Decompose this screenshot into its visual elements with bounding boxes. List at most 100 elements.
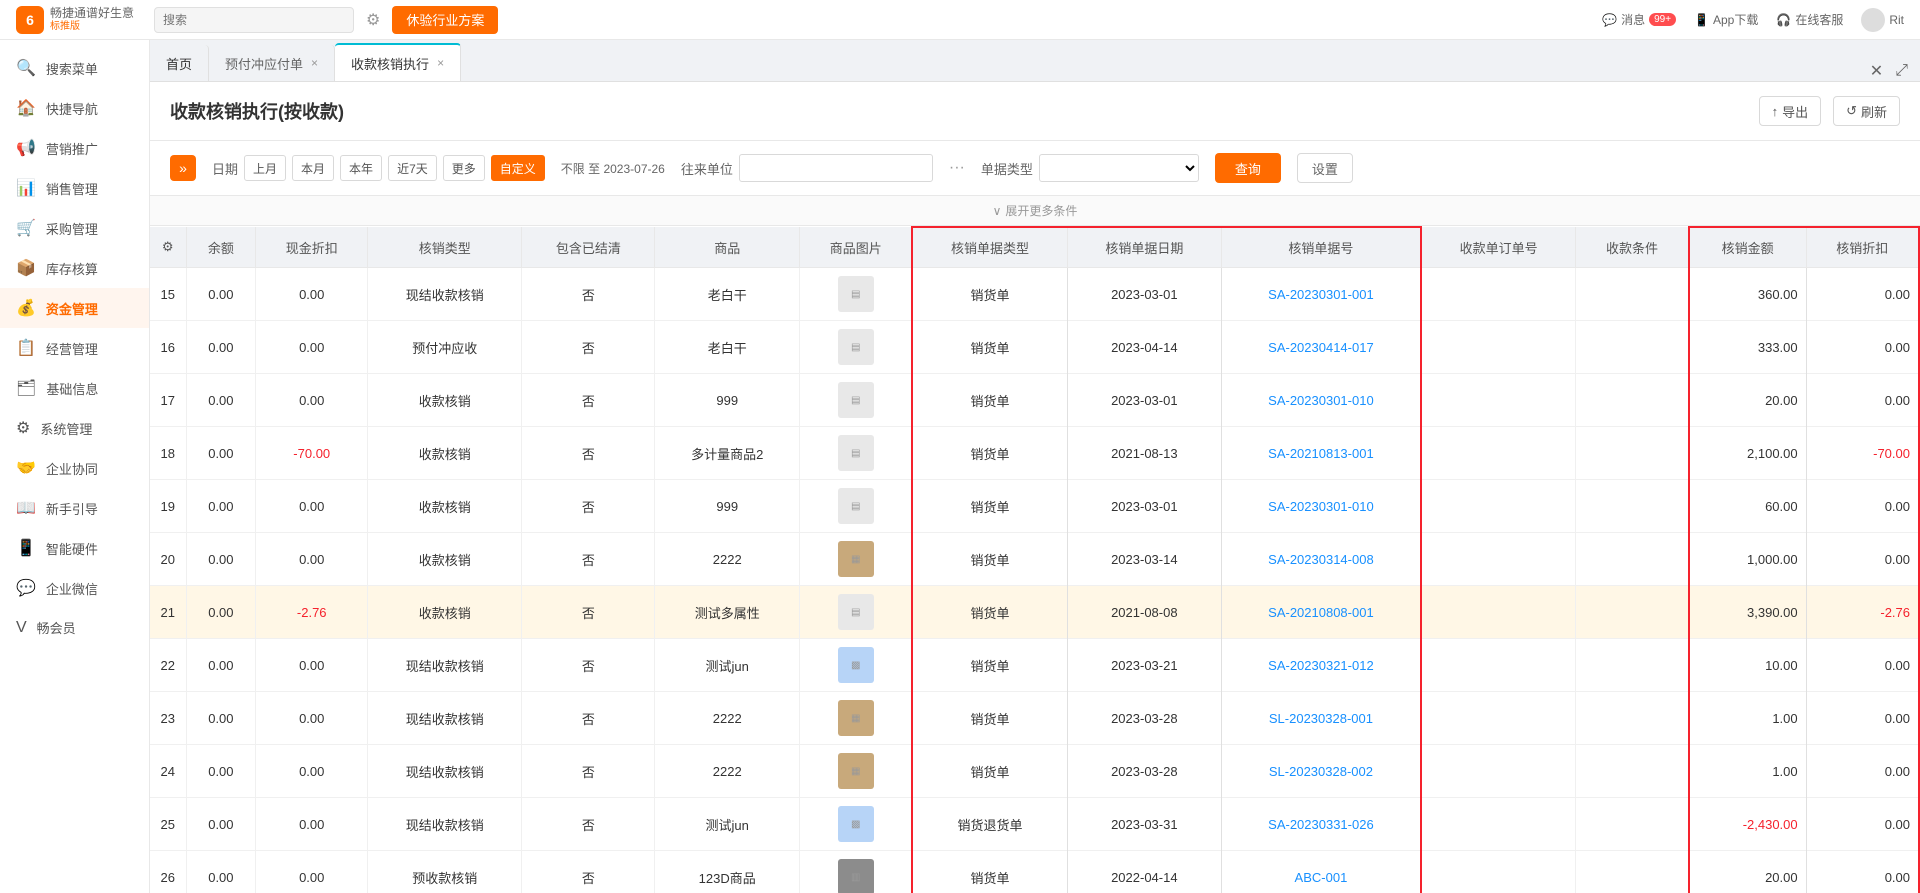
cell-verify-discount: 0.00 <box>1806 268 1919 321</box>
query-btn[interactable]: 查询 <box>1215 153 1281 183</box>
sidebar-item-enterprise[interactable]: 🤝 企业协同 <box>0 448 149 488</box>
verify-bill-no-link[interactable]: ABC-001 <box>1295 870 1348 885</box>
sidebar-item-guide[interactable]: 📖 新手引导 <box>0 488 149 528</box>
verify-bill-no-link[interactable]: SA-20210808-001 <box>1268 605 1374 620</box>
setting-btn[interactable]: 设置 <box>1297 153 1353 183</box>
close-icon[interactable]: ✕ <box>1870 61 1883 81</box>
tab-receipt-verify-close[interactable]: × <box>437 56 444 70</box>
gear-icon[interactable]: ⚙ <box>366 10 380 30</box>
sidebar-item-system[interactable]: ⚙ 系统管理 <box>0 408 149 448</box>
date-7days-btn[interactable]: 近7天 <box>388 155 437 181</box>
sidebar-item-marketing[interactable]: 📢 营销推广 <box>0 128 149 168</box>
date-last-month-btn[interactable]: 上月 <box>244 155 286 181</box>
sidebar-item-inventory[interactable]: 📦 库存核算 <box>0 248 149 288</box>
cell-receipt-condition <box>1576 374 1689 427</box>
export-btn[interactable]: ↑ 导出 <box>1759 96 1822 126</box>
verify-bill-no-link[interactable]: SA-20210813-001 <box>1268 446 1374 461</box>
search-input[interactable] <box>154 7 354 33</box>
sidebar-item-quick-nav[interactable]: 🏠 快捷导航 <box>0 88 149 128</box>
sidebar-item-label: 销售管理 <box>46 179 98 198</box>
sidebar-item-purchase[interactable]: 🛒 采购管理 <box>0 208 149 248</box>
message-item[interactable]: 💬 消息 99+ <box>1602 11 1676 28</box>
date-this-year-btn[interactable]: 本年 <box>340 155 382 181</box>
sidebar-item-basic-info[interactable]: 🗂 基础信息 <box>0 368 149 408</box>
date-this-month-btn[interactable]: 本月 <box>292 155 334 181</box>
verify-bill-no-link[interactable]: SA-20230321-012 <box>1268 658 1374 673</box>
cell-receipt-order-no <box>1421 851 1576 893</box>
sidebar-item-search-menu[interactable]: 🔍 搜索菜单 <box>0 48 149 88</box>
expand-more-bar[interactable]: ∨ 展开更多条件 <box>150 196 1920 226</box>
cell-verify-type: 收款核销 <box>368 586 522 639</box>
single-type-select[interactable] <box>1039 154 1199 182</box>
sidebar-item-wechat[interactable]: 💬 企业微信 <box>0 568 149 608</box>
cell-verify-discount: 0.00 <box>1806 798 1919 851</box>
app-download-item[interactable]: 📱 App下载 <box>1694 11 1758 28</box>
cell-goods: 2222 <box>655 745 800 798</box>
cell-verify-bill-date: 2023-03-01 <box>1067 480 1221 533</box>
table-row: 21 0.00 -2.76 收款核销 否 测试多属性 ▤ 销货单 2021-08… <box>150 586 1919 639</box>
cell-goods-image: ▤ <box>800 427 913 480</box>
table-container: ⚙ 余额 现金折扣 核销类型 包含已结清 商品 商品图片 核销单据类型 核销单据… <box>150 226 1920 893</box>
refresh-btn[interactable]: ↺ 刷新 <box>1833 96 1900 126</box>
date-more-btn[interactable]: 更多 <box>443 155 485 181</box>
verify-bill-no-link[interactable]: SL-20230328-001 <box>1269 711 1373 726</box>
table-row: 24 0.00 0.00 现结收款核销 否 2222 ▦ 销货单 2023-03… <box>150 745 1919 798</box>
date-custom-btn[interactable]: 自定义 <box>491 155 545 181</box>
message-icon: 💬 <box>1602 13 1617 27</box>
cell-verify-bill-date: 2023-03-01 <box>1067 268 1221 321</box>
cell-receipt-order-no <box>1421 639 1576 692</box>
table-row: 17 0.00 0.00 收款核销 否 999 ▤ 销货单 2023-03-01… <box>150 374 1919 427</box>
goods-image-cell: ▦ <box>838 700 874 736</box>
sidebar-item-member[interactable]: V 畅会员 <box>0 608 149 647</box>
sidebar-item-label: 畅会员 <box>37 618 76 637</box>
cell-verify-amount: 1,000.00 <box>1689 533 1807 586</box>
cell-include-settled: 否 <box>522 851 655 893</box>
col-gear[interactable]: ⚙ <box>150 227 186 268</box>
verify-bill-no-link[interactable]: SA-20230301-001 <box>1268 287 1374 302</box>
sidebar-item-smart-hw[interactable]: 📱 智能硬件 <box>0 528 149 568</box>
cell-receipt-order-no <box>1421 321 1576 374</box>
verify-bill-no-link[interactable]: SL-20230328-002 <box>1269 764 1373 779</box>
cell-verify-bill-no: SA-20230301-010 <box>1221 374 1421 427</box>
cell-verify-bill-type: 销货单 <box>912 268 1067 321</box>
sidebar-item-operations[interactable]: 📋 经营管理 <box>0 328 149 368</box>
verify-bill-no-link[interactable]: SA-20230301-010 <box>1268 393 1374 408</box>
verify-bill-no-link[interactable]: SA-20230314-008 <box>1268 552 1374 567</box>
sidebar-item-finance[interactable]: 💰 资金管理 <box>0 288 149 328</box>
sidebar-item-label: 系统管理 <box>40 419 92 438</box>
tab-receipt-verify[interactable]: 收款核销执行 × <box>335 43 461 81</box>
cell-verify-bill-date: 2023-04-14 <box>1067 321 1221 374</box>
cell-include-settled: 否 <box>522 321 655 374</box>
cell-receipt-order-no <box>1421 533 1576 586</box>
cell-verify-bill-no: SL-20230328-002 <box>1221 745 1421 798</box>
expand-more-icon: ∨ <box>993 204 1002 218</box>
cell-cash-discount: -70.00 <box>256 427 368 480</box>
cell-row-no: 21 <box>150 586 186 639</box>
expand-icon[interactable]: ⤢ <box>1895 62 1908 80</box>
online-service-item[interactable]: 🎧 在线客服 <box>1776 11 1843 28</box>
verify-bill-no-link[interactable]: SA-20230331-026 <box>1268 817 1374 832</box>
cell-row-no: 17 <box>150 374 186 427</box>
search-icon: 🔍 <box>16 58 36 78</box>
filter-expand-btn[interactable]: » <box>170 155 196 181</box>
sidebar-item-sales[interactable]: 📊 销售管理 <box>0 168 149 208</box>
tab-home[interactable]: 首页 <box>150 45 209 81</box>
top-bar: 6 畅捷通谱好生意 标推版 ⚙ 休验行业方案 💬 消息 99+ 📱 App下载 … <box>0 0 1920 40</box>
verify-bill-no-link[interactable]: SA-20230301-010 <box>1268 499 1374 514</box>
verify-bill-no-link[interactable]: SA-20230414-017 <box>1268 340 1374 355</box>
tab-prepay[interactable]: 预付冲应付单 × <box>209 45 335 81</box>
cell-goods-image: ▦ <box>800 533 913 586</box>
table-row: 25 0.00 0.00 现结收款核销 否 测试jun ▩ 销货退货单 2023… <box>150 798 1919 851</box>
from-unit-input[interactable] <box>739 154 933 182</box>
tab-prepay-close[interactable]: × <box>311 56 318 70</box>
sidebar: 🔍 搜索菜单 🏠 快捷导航 📢 营销推广 📊 销售管理 🛒 采购管理 📦 库存核… <box>0 40 150 893</box>
cell-row-no: 26 <box>150 851 186 893</box>
user-item[interactable]: Rit <box>1861 8 1904 32</box>
cell-receipt-condition <box>1576 639 1689 692</box>
cell-row-no: 23 <box>150 692 186 745</box>
cell-receipt-condition <box>1576 798 1689 851</box>
cell-verify-type: 收款核销 <box>368 480 522 533</box>
col-goods: 商品 <box>655 227 800 268</box>
tab-bar: 首页 预付冲应付单 × 收款核销执行 × ✕ ⤢ <box>150 40 1920 82</box>
industry-btn[interactable]: 休验行业方案 <box>392 6 498 34</box>
